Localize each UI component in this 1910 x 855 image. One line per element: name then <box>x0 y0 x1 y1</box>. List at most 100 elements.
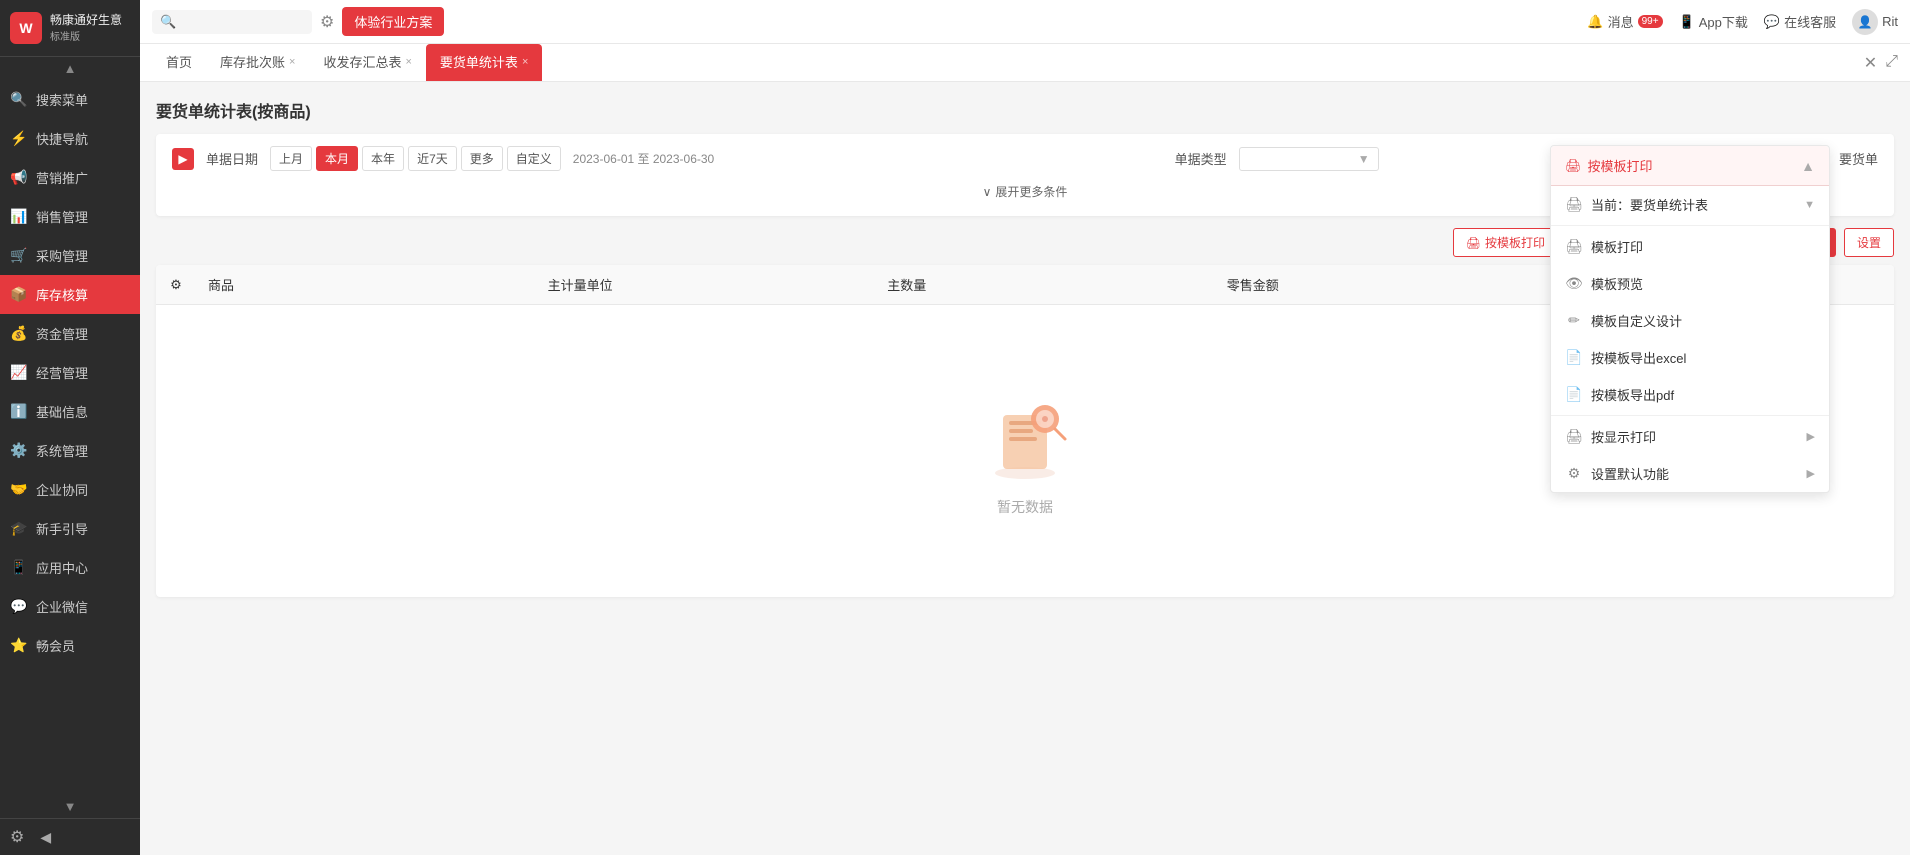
nav-icon-13: 💬 <box>10 598 28 615</box>
dropdown-template-design[interactable]: ✏ 模板自定义设计 <box>1551 302 1829 339</box>
nav-label-4: 采购管理 <box>36 246 88 265</box>
divider-2 <box>1551 415 1829 416</box>
export-excel-label: 按模板导出excel <box>1591 348 1686 367</box>
expand-more-icon: ∨ <box>983 185 992 199</box>
topbar: 🔍 ⚙ 体验行业方案 🔔 消息 99+ 📱 App下载 💬 在线客服 👤 Rit <box>140 0 1910 44</box>
tab-order-stats-label: 要货单统计表 <box>440 52 518 71</box>
empty-illustration <box>975 385 1075 485</box>
nav-icon-3: 📊 <box>10 208 28 225</box>
dropdown-close-btn[interactable]: ▲ <box>1801 158 1815 174</box>
tab-inventory-batch-label: 库存批次账 <box>220 52 285 71</box>
dropdown-template-print[interactable]: 🖨 模板打印 <box>1551 228 1829 265</box>
topbar-gear-icon[interactable]: ⚙ <box>320 12 334 32</box>
sidebar-item-9[interactable]: ⚙️系统管理 <box>0 431 140 470</box>
app-download-btn[interactable]: 📱 App下载 <box>1679 12 1748 31</box>
dropdown-display-print[interactable]: 🖨 按显示打印 ▶ <box>1551 418 1829 455</box>
print-dropdown: 🖨 按模板打印 ▲ 🖨 当前：要货单统计表 ▼ 🖨 模板打印 👁 模板预览 ✏ … <box>1550 145 1830 493</box>
sidebar-item-14[interactable]: ⭐畅会员 <box>0 626 140 665</box>
sidebar-item-7[interactable]: 📈经营管理 <box>0 353 140 392</box>
tab-home[interactable]: 首页 <box>152 44 206 81</box>
filter-expand-arrow[interactable]: ▶ <box>172 148 194 170</box>
tab-collect-summary[interactable]: 收发存汇总表 × <box>309 44 425 81</box>
display-print-caret: ▶ <box>1807 430 1815 443</box>
nav-icon-7: 📈 <box>10 364 28 381</box>
date-btn-custom[interactable]: 自定义 <box>507 146 561 171</box>
notification-btn[interactable]: 🔔 消息 99+ <box>1587 12 1662 31</box>
col-settings[interactable]: ⚙ <box>156 275 196 294</box>
window-close-icon[interactable]: ✕ <box>1864 53 1877 73</box>
date-btn-this-month[interactable]: 本月 <box>316 146 358 171</box>
dropdown-current-template[interactable]: 🖨 当前：要货单统计表 ▼ <box>1551 186 1829 223</box>
sidebar-scroll-up[interactable]: ▲ <box>0 57 140 80</box>
dropdown-export-pdf[interactable]: 📄 按模板导出pdf <box>1551 376 1829 413</box>
tab-inventory-batch-close[interactable]: × <box>289 56 295 68</box>
sidebar-item-2[interactable]: 📢营销推广 <box>0 158 140 197</box>
user-avatar: 👤 <box>1852 9 1878 35</box>
sidebar-item-12[interactable]: 📱应用中心 <box>0 548 140 587</box>
nav-label-13: 企业微信 <box>36 597 88 616</box>
topbar-search-input[interactable] <box>180 15 300 29</box>
notification-badge: 99+ <box>1638 15 1663 28</box>
template-preview-label: 模板预览 <box>1591 274 1643 293</box>
sidebar-item-4[interactable]: 🛒采购管理 <box>0 236 140 275</box>
trial-btn[interactable]: 体验行业方案 <box>342 7 444 36</box>
tab-inventory-batch[interactable]: 库存批次账 × <box>206 44 309 81</box>
sidebar-item-13[interactable]: 💬 企业微信 <box>0 587 140 626</box>
tab-order-stats[interactable]: 要货单统计表 × <box>426 44 542 81</box>
set-default-label: 设置默认功能 <box>1591 464 1669 483</box>
sidebar-item-0[interactable]: 🔍 搜索菜单 <box>0 80 140 119</box>
print-dropdown-icon: 🖨 <box>1565 158 1582 174</box>
sidebar-item-8[interactable]: ℹ️基础信息 <box>0 392 140 431</box>
sidebar-collapse-icon[interactable]: ◀ <box>40 829 51 846</box>
date-btn-7days[interactable]: 近7天 <box>408 146 457 171</box>
dropdown-template-preview[interactable]: 👁 模板预览 <box>1551 265 1829 302</box>
print-dropdown-title: 按模板打印 <box>1588 156 1653 175</box>
col-goods: 商品 <box>196 275 536 294</box>
divider-1 <box>1551 225 1829 226</box>
dropdown-header: 🖨 按模板打印 ▲ <box>1551 146 1829 186</box>
order-type-select[interactable]: ▼ <box>1239 147 1379 171</box>
empty-text: 暂无数据 <box>997 497 1053 517</box>
template-design-icon: ✏ <box>1565 312 1583 329</box>
nav-label-0: 搜索菜单 <box>36 90 88 109</box>
online-service-btn[interactable]: 💬 在线客服 <box>1764 12 1836 31</box>
window-maximize-icon[interactable]: ⤢ <box>1885 53 1898 73</box>
nav-icon-0: 🔍 <box>10 91 28 108</box>
sidebar-item-11[interactable]: 🎓新手引导 <box>0 509 140 548</box>
dropdown-export-excel[interactable]: 📄 按模板导出excel <box>1551 339 1829 376</box>
set-default-icon: ⚙ <box>1565 465 1583 482</box>
export-excel-icon: 📄 <box>1565 349 1583 366</box>
sidebar-item-5[interactable]: 📦库存核算 <box>0 275 140 314</box>
date-btn-this-year[interactable]: 本年 <box>362 146 404 171</box>
user-avatar-btn[interactable]: 👤 Rit <box>1852 9 1898 35</box>
sidebar-item-1[interactable]: ⚡快捷导航 <box>0 119 140 158</box>
dropdown-set-default[interactable]: ⚙ 设置默认功能 ▶ <box>1551 455 1829 492</box>
online-service-label: 在线客服 <box>1784 12 1836 31</box>
expand-more-btn[interactable]: ∨ 展开更多条件 <box>967 179 1084 204</box>
app-logo: W 畅康通好生意 标准版 <box>0 0 140 57</box>
sidebar-item-3[interactable]: 📊销售管理 <box>0 197 140 236</box>
date-btn-last-month[interactable]: 上月 <box>270 146 312 171</box>
dropdown-title-wrap: 🖨 按模板打印 <box>1565 156 1653 175</box>
date-btn-more[interactable]: 更多 <box>461 146 503 171</box>
tab-home-label: 首页 <box>166 52 192 71</box>
notification-icon: 🔔 <box>1587 14 1603 30</box>
nav-icon-11: 🎓 <box>10 520 28 537</box>
nav-label-12: 应用中心 <box>36 558 88 577</box>
sidebar-settings-icon[interactable]: ⚙ <box>10 827 24 847</box>
nav-icon-14: ⭐ <box>10 637 28 654</box>
nav-label-10: 企业协同 <box>36 480 88 499</box>
current-template-label: 当前：要货单统计表 <box>1591 195 1708 214</box>
sidebar-item-10[interactable]: 🤝企业协同 <box>0 470 140 509</box>
print-label: 按模板打印 <box>1485 234 1545 251</box>
sidebar-scroll-down[interactable]: ▼ <box>0 795 140 818</box>
set-default-caret: ▶ <box>1807 467 1815 480</box>
sidebar-item-6[interactable]: 💰资金管理 <box>0 314 140 353</box>
nav-label-9: 系统管理 <box>36 441 88 460</box>
settings-btn[interactable]: 设置 <box>1844 228 1894 257</box>
tab-order-stats-close[interactable]: × <box>522 56 528 68</box>
app-download-icon: 📱 <box>1679 14 1695 30</box>
col-qty: 主数量 <box>875 275 1215 294</box>
tab-collect-summary-close[interactable]: × <box>405 56 411 68</box>
col-retail: 零售金额 <box>1215 275 1555 294</box>
